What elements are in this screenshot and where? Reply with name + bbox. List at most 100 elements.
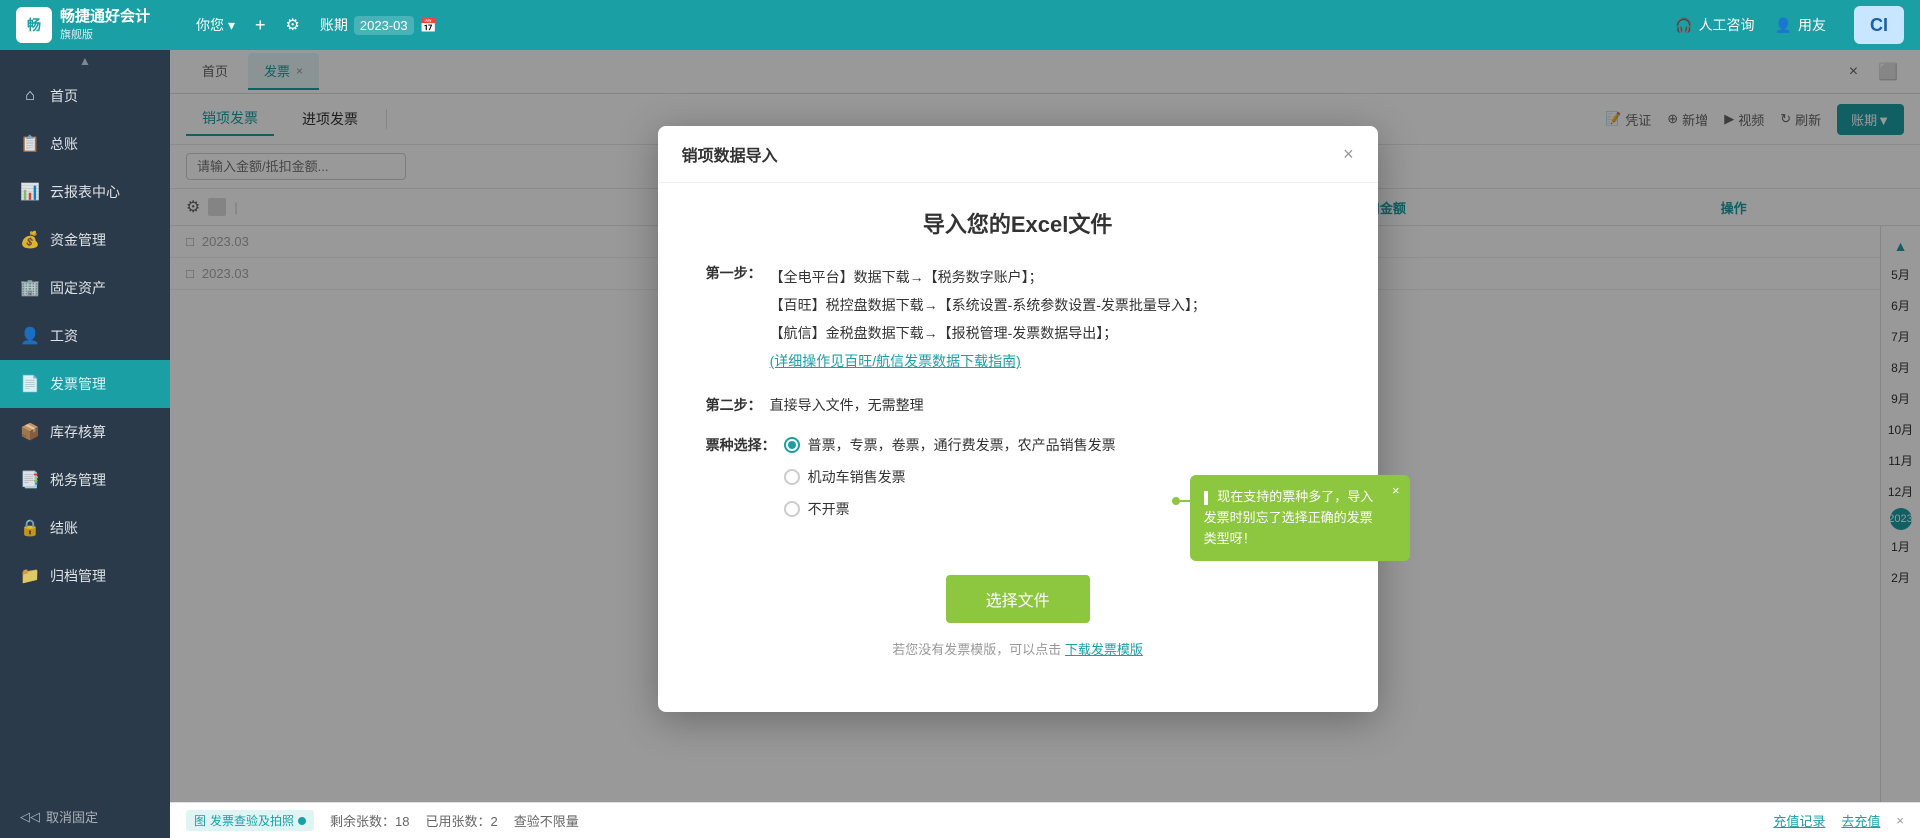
dialog-step2: 第二步： 直接导入文件，无需整理 (706, 395, 1330, 415)
logo-icon: 畅 (16, 7, 52, 43)
inventory-icon: 📦 (20, 422, 40, 442)
radio-3-label: 不开票 (808, 499, 850, 519)
sidebar-item-funds-label: 资金管理 (50, 230, 106, 250)
radio-1-circle (784, 437, 800, 453)
radio-label: 票种选择： (706, 435, 776, 455)
sidebar-item-salary[interactable]: 👤 工资 (0, 312, 170, 360)
logo-text-block: 畅捷通好会计 旗舰版 (60, 8, 150, 42)
tooltip-bar (1204, 491, 1208, 505)
period-value: 2023-03 (354, 16, 414, 35)
sidebar-item-invoice[interactable]: 📄 发票管理 (0, 360, 170, 408)
bottom-bar: 图 发票查验及拍照 剩余张数：18 已用张数：2 查验不限量 充值记录 去充值 … (170, 802, 1920, 838)
step1-link: (详细操作见百旺/航信发票数据下载指南) (770, 347, 1206, 375)
remaining-count: 剩余张数：18 (330, 811, 409, 830)
bottom-bar-close[interactable]: 充值记录 去充值 × (1773, 811, 1904, 830)
sidebar-item-ledger[interactable]: 📋 总账 (0, 120, 170, 168)
radio-item-2[interactable]: 机动车销售发票 (784, 467, 1116, 487)
settings-icon[interactable]: ⚙ (286, 15, 300, 35)
tooltip-close-btn[interactable]: × (1392, 481, 1400, 502)
funds-icon: 💰 (20, 230, 40, 250)
dialog-header: 销项数据导入 × (658, 126, 1378, 183)
bottom-close-icon[interactable]: × (1896, 813, 1904, 828)
account-selector[interactable]: 你您 ▾ (196, 15, 235, 35)
service-button[interactable]: 🎧 人工咨询 (1675, 15, 1754, 35)
sidebar-item-home-label: 首页 (50, 86, 78, 106)
user-button[interactable]: 👤 用友 (1775, 15, 1826, 35)
logo-sub: 旗舰版 (60, 26, 150, 42)
service-label: 人工咨询 (1699, 15, 1755, 35)
select-file-button[interactable]: 选择文件 (946, 575, 1090, 623)
step2-label: 第二步： (706, 395, 762, 415)
sidebar-item-assets[interactable]: 🏢 固定资产 (0, 264, 170, 312)
radio-group: 普票，专票，卷票，通行费发票，农产品销售发票 机动车销售发票 不开票 (784, 435, 1116, 531)
top-up-record-link[interactable]: 充值记录 (1773, 811, 1825, 830)
dialog-main-title: 导入您的Excel文件 (706, 207, 1330, 239)
radio-section: 票种选择： 普票，专票，卷票，通行费发票，农产品销售发票 机动车销售发票 不开票 (706, 435, 1330, 551)
sidebar-item-archive-label: 归档管理 (50, 566, 106, 586)
logo-name: 畅捷通好会计 (60, 8, 150, 26)
sidebar-item-reports[interactable]: 📊 云报表中心 (0, 168, 170, 216)
step1-line3: 【航信】金税盘数据下载→【报税管理-发票数据导出】； (770, 319, 1206, 347)
logo-abbr: 畅 (27, 15, 41, 35)
pin-icon: ◁◁ (20, 809, 40, 825)
assets-icon: 🏢 (20, 278, 40, 298)
sidebar-item-inventory[interactable]: 📦 库存核算 (0, 408, 170, 456)
radio-2-circle (784, 469, 800, 485)
user-badge: CI (1854, 6, 1904, 44)
radio-1-label: 普票，专票，卷票，通行费发票，农产品销售发票 (808, 435, 1116, 455)
home-icon: ⌂ (20, 87, 40, 105)
sidebar: ▲ ⌂ 首页 📋 总账 📊 云报表中心 💰 资金管理 🏢 固定资产 👤 工资 📄… (0, 50, 170, 838)
calendar-icon[interactable]: 📅 (420, 17, 437, 34)
sidebar-item-close[interactable]: 🔒 结账 (0, 504, 170, 552)
sidebar-item-funds[interactable]: 💰 资金管理 (0, 216, 170, 264)
select-file-section: 选择文件 (706, 575, 1330, 623)
dialog-footer: 若您没有发票模版，可以点击 下载发票模版 (706, 639, 1330, 658)
invoice-tag-label: 发票查验及拍照 (210, 812, 294, 829)
tax-icon: 📑 (20, 470, 40, 490)
ledger-icon: 📋 (20, 134, 40, 154)
used-count: 已用张数：2 (426, 811, 498, 830)
download-template-link[interactable]: 下载发票模版 (1065, 642, 1143, 657)
sidebar-cancel[interactable]: ◁◁ 取消固定 (0, 795, 170, 838)
sidebar-item-salary-label: 工资 (50, 326, 78, 346)
topbar-center: 你您 ▾ + ⚙ 账期 2023-03 📅 (176, 15, 1675, 36)
sidebar-item-assets-label: 固定资产 (50, 278, 106, 298)
dialog-close-button[interactable]: × (1343, 144, 1354, 165)
tooltip-text: 现在支持的票种多了，导入发票时别忘了选择正确的发票类型呀！ (1204, 489, 1374, 546)
topbar-right: 🎧 人工咨询 👤 用友 CI (1675, 6, 1904, 44)
footer-text: 若您没有发票模版，可以点击 (892, 642, 1061, 657)
period-display: 账期 2023-03 📅 (320, 15, 437, 35)
sidebar-item-invoice-label: 发票管理 (50, 374, 106, 394)
archive-icon: 📁 (20, 566, 40, 586)
sidebar-item-close-label: 结账 (50, 518, 78, 538)
sidebar-item-tax-label: 税务管理 (50, 470, 106, 490)
invoice-check-tag: 图 发票查验及拍照 (186, 810, 314, 831)
sidebar-item-home[interactable]: ⌂ 首页 (0, 72, 170, 120)
invoice-icon: 📄 (20, 374, 40, 394)
account-name: 你您 (196, 15, 224, 35)
dialog-title: 销项数据导入 (682, 142, 778, 166)
radio-2-label: 机动车销售发票 (808, 467, 906, 487)
reports-icon: 📊 (20, 182, 40, 202)
dot-indicator (298, 817, 306, 825)
radio-3-circle (784, 501, 800, 517)
period-label: 账期 (320, 15, 348, 35)
step1-content: 【全电平台】数据下载→【税务数字账户】； 【百旺】税控盘数据下载→【系统设置-系… (770, 263, 1206, 375)
sidebar-item-archive[interactable]: 📁 归档管理 (0, 552, 170, 600)
guide-link[interactable]: (详细操作见百旺/航信发票数据下载指南) (770, 353, 1021, 369)
sidebar-scroll-up[interactable]: ▲ (0, 50, 170, 72)
radio-item-1[interactable]: 普票，专票，卷票，通行费发票，农产品销售发票 (784, 435, 1116, 455)
step1-row: 第一步： 【全电平台】数据下载→【税务数字账户】； 【百旺】税控盘数据下载→【系… (706, 263, 1330, 375)
step1-label: 第一步： (706, 263, 762, 283)
radio-item-3[interactable]: 不开票 (784, 499, 1116, 519)
import-dialog: 销项数据导入 × 导入您的Excel文件 第一步： 【全电平台】数据下载→【税务… (658, 126, 1378, 712)
step1-line2: 【百旺】税控盘数据下载→【系统设置-系统参数设置-发票批量导入】； (770, 291, 1206, 319)
dialog-step1: 第一步： 【全电平台】数据下载→【税务数字账户】； 【百旺】税控盘数据下载→【系… (706, 263, 1330, 375)
add-button[interactable]: + (255, 15, 266, 36)
charge-link[interactable]: 去充值 (1841, 811, 1880, 830)
sidebar-item-tax[interactable]: 📑 税务管理 (0, 456, 170, 504)
sidebar-item-inventory-label: 库存核算 (50, 422, 106, 442)
sidebar-item-ledger-label: 总账 (50, 134, 78, 154)
user-icon: 👤 (1775, 17, 1792, 34)
headset-icon: 🎧 (1675, 17, 1692, 34)
